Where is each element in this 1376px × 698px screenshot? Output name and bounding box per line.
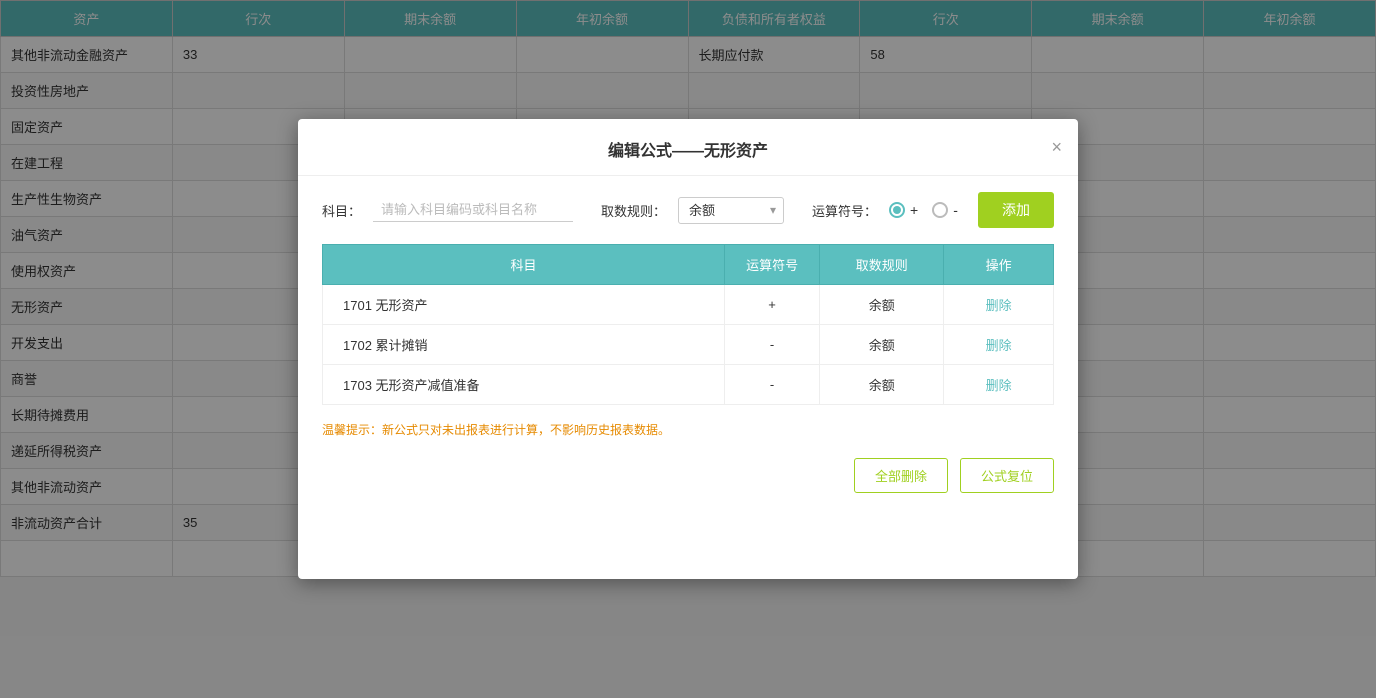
- rule-select-wrap: 余额 借方发生额 贷方发生额: [678, 197, 784, 224]
- rule-label: 取数规则：: [601, 201, 666, 220]
- delete-all-button[interactable]: 全部删除: [854, 458, 948, 493]
- rule-select[interactable]: 余额 借方发生额 贷方发生额: [678, 197, 784, 224]
- warning-text: 温馨提示：新公式只对未出报表进行计算，不影响历史报表数据。: [298, 405, 1078, 446]
- radio-plus-circle: [889, 202, 905, 218]
- modal-footer: 全部删除 公式复位: [298, 446, 1078, 497]
- operator-plus-label: +: [910, 202, 918, 218]
- cell-rule: 余额: [820, 285, 944, 325]
- cell-subject: 1701 无形资产: [323, 285, 725, 325]
- modal-header: 编辑公式——无形资产 ×: [298, 119, 1078, 176]
- modal-close-button[interactable]: ×: [1051, 138, 1062, 156]
- modal-overlay: 编辑公式——无形资产 × 科目： 取数规则： 余额 借方发生额 贷方发生额 运算…: [0, 0, 1376, 698]
- cell-operator: -: [725, 365, 820, 405]
- operator-minus-label: -: [953, 202, 958, 218]
- subject-label: 科目：: [322, 201, 361, 220]
- cell-action: 删除: [944, 285, 1054, 325]
- table-row: 1701 无形资产+余额 删除: [323, 285, 1054, 325]
- cell-rule: 余额: [820, 365, 944, 405]
- operator-minus-radio[interactable]: -: [932, 202, 958, 218]
- operator-radio-group: + -: [889, 202, 958, 218]
- delete-link[interactable]: 删除: [986, 298, 1012, 313]
- th-operator: 运算符号: [725, 245, 820, 285]
- modal-dialog: 编辑公式——无形资产 × 科目： 取数规则： 余额 借方发生额 贷方发生额 运算…: [298, 119, 1078, 579]
- th-action: 操作: [944, 245, 1054, 285]
- cell-action: 删除: [944, 325, 1054, 365]
- delete-link[interactable]: 删除: [986, 338, 1012, 353]
- formula-table: 科目 运算符号 取数规则 操作 1701 无形资产+余额删除1702 累计摊销-…: [322, 244, 1054, 405]
- modal-title: 编辑公式——无形资产: [608, 143, 768, 160]
- table-row: 1702 累计摊销-余额 删除: [323, 325, 1054, 365]
- cell-subject: 1702 累计摊销: [323, 325, 725, 365]
- th-rule: 取数规则: [820, 245, 944, 285]
- cell-operator: +: [725, 285, 820, 325]
- formula-reset-button[interactable]: 公式复位: [960, 458, 1054, 493]
- cell-action: 删除: [944, 365, 1054, 405]
- add-button[interactable]: 添加: [978, 192, 1054, 228]
- form-row: 科目： 取数规则： 余额 借方发生额 贷方发生额 运算符号： + -: [298, 176, 1078, 244]
- operator-plus-radio[interactable]: +: [889, 202, 918, 218]
- delete-link[interactable]: 删除: [986, 378, 1012, 393]
- th-subject: 科目: [323, 245, 725, 285]
- cell-operator: -: [725, 325, 820, 365]
- radio-minus-circle: [932, 202, 948, 218]
- operator-label: 运算符号：: [812, 201, 877, 220]
- cell-rule: 余额: [820, 325, 944, 365]
- table-row: 1703 无形资产减值准备-余额 删除: [323, 365, 1054, 405]
- cell-subject: 1703 无形资产减值准备: [323, 365, 725, 405]
- subject-input[interactable]: [373, 198, 573, 222]
